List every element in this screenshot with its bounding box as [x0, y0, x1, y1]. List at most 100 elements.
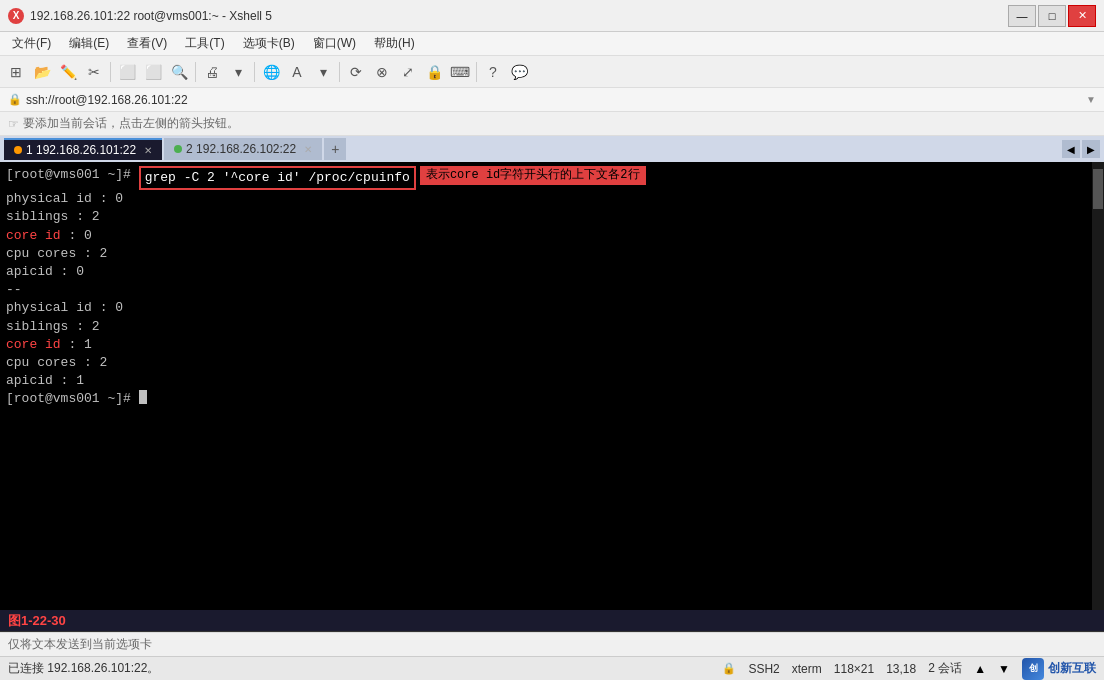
address-dropdown[interactable]: ▼	[1086, 94, 1096, 105]
tab-prev-button[interactable]: ◀	[1062, 140, 1080, 158]
menu-tools[interactable]: 工具(T)	[177, 33, 232, 54]
menu-file[interactable]: 文件(F)	[4, 33, 59, 54]
cursor-position: 13,18	[886, 662, 916, 676]
menu-window[interactable]: 窗口(W)	[305, 33, 364, 54]
tab-2-close[interactable]: ✕	[304, 144, 312, 155]
ssh-version: SSH2	[748, 662, 779, 676]
output-line-apicid-2: apicid : 1	[6, 372, 1086, 390]
more-button[interactable]: ▾	[226, 60, 250, 84]
sessions-up-button[interactable]: ▲	[974, 662, 986, 676]
info-text: 要添加当前会话，点击左侧的箭头按钮。	[23, 115, 239, 132]
new-session-button[interactable]: ⊞	[4, 60, 28, 84]
tab-next-button[interactable]: ▶	[1082, 140, 1100, 158]
tab-1[interactable]: 1 192.168.26.101:22 ✕	[4, 138, 162, 160]
keyboard-button[interactable]: ⌨	[448, 60, 472, 84]
connect-button[interactable]: ⟳	[344, 60, 368, 84]
status-items: 🔒 SSH2 xterm 118×21 13,18 2 会话 ▲ ▼ 创 创新互…	[722, 658, 1096, 680]
figure-label-bar: 图1-22-30	[0, 610, 1104, 632]
title-bar: X 192.168.26.101:22 root@vms001:~ - Xshe…	[0, 0, 1104, 32]
output-line-core-id-1: core id : 0	[6, 227, 1086, 245]
scroll-thumb[interactable]	[1093, 169, 1103, 209]
lock-icon: 🔒	[8, 93, 22, 106]
brand-icon: 创	[1022, 658, 1044, 680]
lock-button[interactable]: 🔒	[422, 60, 446, 84]
tab-1-label: 1 192.168.26.101:22	[26, 143, 136, 157]
output-line-cpu-cores-1: cpu cores : 2	[6, 245, 1086, 263]
paste-button[interactable]: ⬜	[141, 60, 165, 84]
menu-bar: 文件(F) 编辑(E) 查看(V) 工具(T) 选项卡(B) 窗口(W) 帮助(…	[0, 32, 1104, 56]
output-line-physical-id-2: physical id : 0	[6, 299, 1086, 317]
cut-button[interactable]: ✂	[82, 60, 106, 84]
search-button[interactable]: 🔍	[167, 60, 191, 84]
tab-2[interactable]: 2 192.168.26.102:22 ✕	[164, 138, 322, 160]
output-line-apicid-1: apicid : 0	[6, 263, 1086, 281]
chat-button[interactable]: 💬	[507, 60, 531, 84]
minimize-button[interactable]: —	[1008, 5, 1036, 27]
terminal-type: xterm	[792, 662, 822, 676]
address-bar: 🔒 ssh://root@192.168.26.101:22 ▼	[0, 88, 1104, 112]
tab-1-close[interactable]: ✕	[144, 145, 152, 156]
output-line-physical-id-1: physical id : 0	[6, 190, 1086, 208]
connection-status: 已连接 192.168.26.101:22。	[8, 660, 714, 677]
address-text: ssh://root@192.168.26.101:22	[26, 93, 1082, 107]
info-bar: ☞ 要添加当前会话，点击左侧的箭头按钮。	[0, 112, 1104, 136]
command-line: [root@vms001 ~]# grep -C 2 '^core id' /p…	[6, 166, 1086, 190]
ssh-icon: 🔒	[722, 662, 736, 675]
fullscreen-button[interactable]: ⤢	[396, 60, 420, 84]
edit-session-button[interactable]: ✏️	[56, 60, 80, 84]
font-button[interactable]: A	[285, 60, 309, 84]
menu-view[interactable]: 查看(V)	[119, 33, 175, 54]
terminal-size: 118×21	[834, 662, 874, 676]
tab-1-dot	[14, 146, 22, 154]
prompt-1: [root@vms001 ~]#	[6, 166, 131, 184]
terminal-wrapper: [root@vms001 ~]# grep -C 2 '^core id' /p…	[0, 162, 1104, 610]
input-bar-text: 仅将文本发送到当前选项卡	[8, 636, 152, 653]
toolbar-sep-4	[339, 62, 340, 82]
toolbar-sep-1	[110, 62, 111, 82]
command-text: grep -C 2 '^core id' /proc/cpuinfo	[139, 166, 416, 190]
print-button[interactable]: 🖨	[200, 60, 224, 84]
session-count: 2 会话	[928, 660, 962, 677]
output-block-2: physical id : 0 siblings : 2 core id : 1…	[6, 299, 1086, 390]
command-annotation: 表示core id字符开头行的上下文各2行	[420, 166, 646, 185]
toolbar-sep-3	[254, 62, 255, 82]
copy-button[interactable]: ⬜	[115, 60, 139, 84]
terminal[interactable]: [root@vms001 ~]# grep -C 2 '^core id' /p…	[0, 162, 1092, 610]
font-down-button[interactable]: ▾	[311, 60, 335, 84]
output-line-siblings-2: siblings : 2	[6, 318, 1086, 336]
toolbar: ⊞ 📂 ✏️ ✂ ⬜ ⬜ 🔍 🖨 ▾ 🌐 A ▾ ⟳ ⊗ ⤢ 🔒 ⌨ ? 💬	[0, 56, 1104, 88]
terminal-scrollbar[interactable]	[1092, 162, 1104, 610]
close-button[interactable]: ✕	[1068, 5, 1096, 27]
help-button[interactable]: ?	[481, 60, 505, 84]
brand-logo: 创 创新互联	[1022, 658, 1096, 680]
tab-2-dot	[174, 145, 182, 153]
globe-button[interactable]: 🌐	[259, 60, 283, 84]
tab-navigation: ◀ ▶	[1062, 140, 1100, 158]
tab-add-button[interactable]: +	[324, 138, 346, 160]
arrow-icon: ☞	[8, 117, 19, 131]
final-prompt-line: [root@vms001 ~]#	[6, 390, 1086, 408]
toolbar-sep-5	[476, 62, 477, 82]
cursor	[139, 390, 147, 404]
block-separator: --	[6, 281, 1086, 299]
status-bar: 已连接 192.168.26.101:22。 🔒 SSH2 xterm 118×…	[0, 656, 1104, 680]
input-bar: 仅将文本发送到当前选项卡	[0, 632, 1104, 656]
menu-help[interactable]: 帮助(H)	[366, 33, 423, 54]
menu-tabs[interactable]: 选项卡(B)	[235, 33, 303, 54]
app-icon: X	[8, 8, 24, 24]
tab-bar: 1 192.168.26.101:22 ✕ 2 192.168.26.102:2…	[0, 136, 1104, 162]
output-block-1: physical id : 0 siblings : 2 core id : 0…	[6, 190, 1086, 281]
prompt-2: [root@vms001 ~]#	[6, 390, 131, 408]
output-line-siblings-1: siblings : 2	[6, 208, 1086, 226]
output-line-core-id-2: core id : 1	[6, 336, 1086, 354]
open-button[interactable]: 📂	[30, 60, 54, 84]
sessions-down-button[interactable]: ▼	[998, 662, 1010, 676]
brand-name: 创新互联	[1048, 660, 1096, 677]
figure-label-text: 图1-22-30	[8, 612, 66, 630]
disconnect-button[interactable]: ⊗	[370, 60, 394, 84]
restore-button[interactable]: □	[1038, 5, 1066, 27]
menu-edit[interactable]: 编辑(E)	[61, 33, 117, 54]
toolbar-sep-2	[195, 62, 196, 82]
output-line-cpu-cores-2: cpu cores : 2	[6, 354, 1086, 372]
window-title: 192.168.26.101:22 root@vms001:~ - Xshell…	[30, 9, 272, 23]
